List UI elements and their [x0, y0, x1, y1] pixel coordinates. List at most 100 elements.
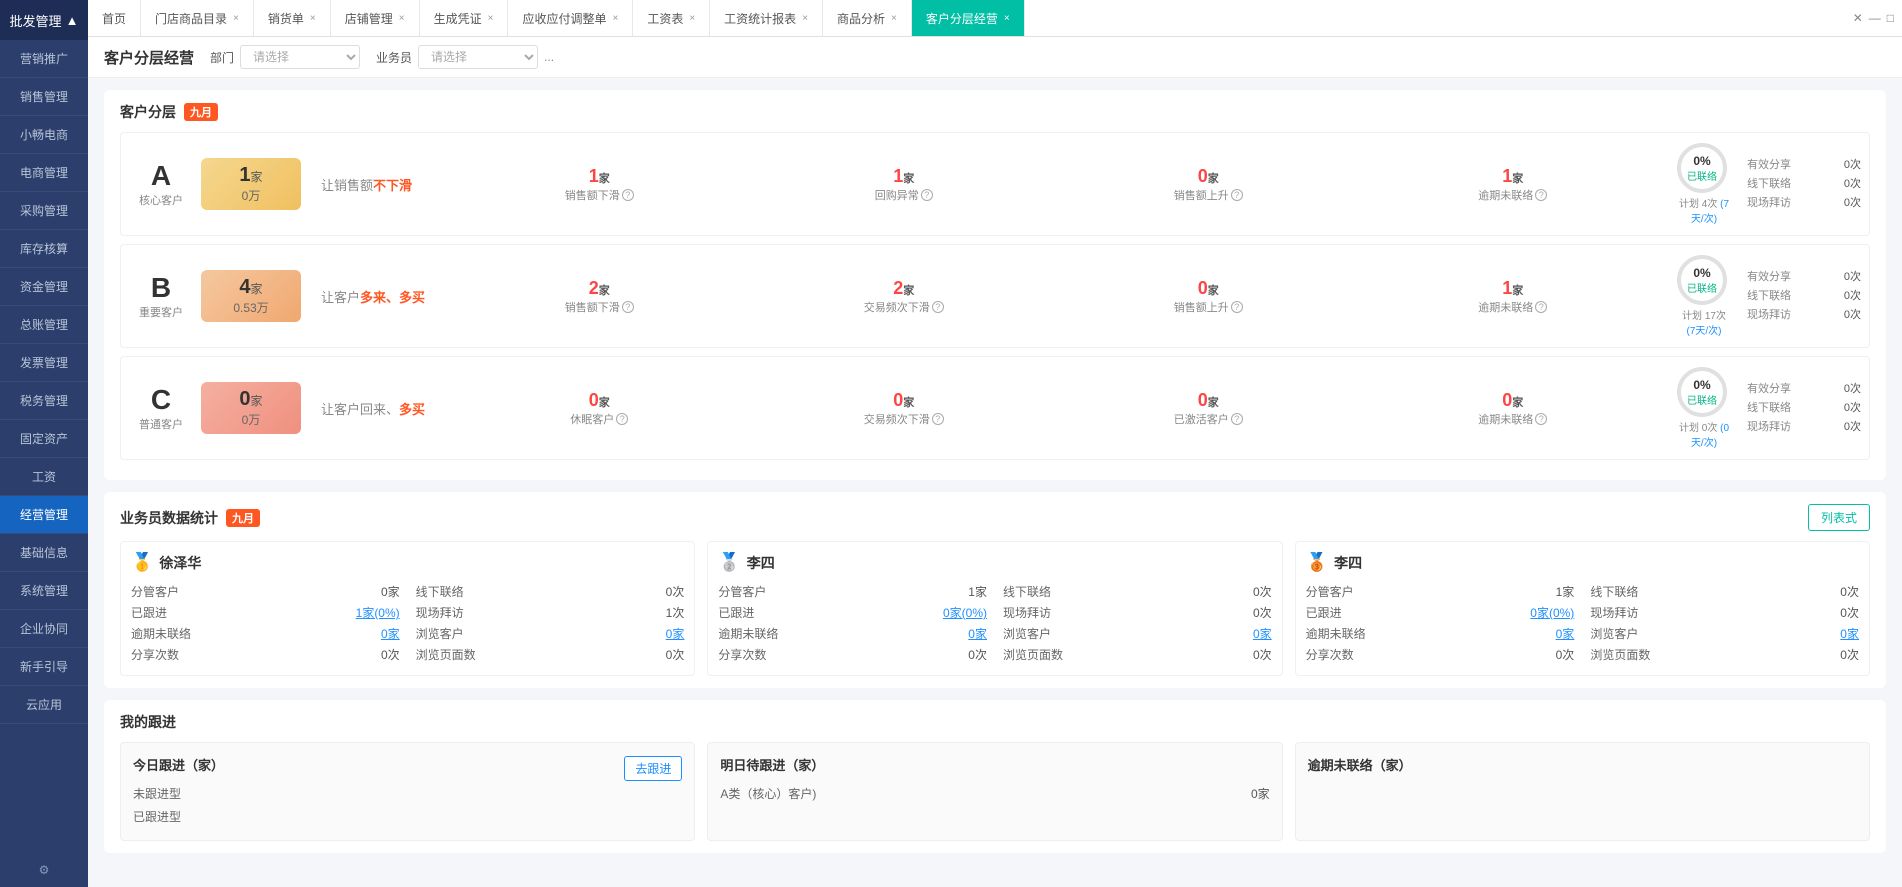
info-icon[interactable]: ?: [921, 189, 933, 201]
dept-select[interactable]: 请选择: [240, 45, 360, 69]
tab-销货单[interactable]: 销货单×: [254, 0, 331, 36]
sidebar-item-云应用[interactable]: 云应用: [0, 686, 88, 724]
settings-button[interactable]: ⚙: [0, 853, 88, 887]
tier-right-stats: 有效分享0次线下联络0次现场拜访0次: [1739, 380, 1869, 437]
staff-stat-value: 0次: [1253, 583, 1272, 600]
list-view-button[interactable]: 列表式: [1808, 504, 1870, 531]
staff-stat-row: 分管客户0家: [131, 581, 400, 602]
tab-门店商品目录[interactable]: 门店商品目录×: [141, 0, 254, 36]
staff-stat-label: 已跟进: [131, 604, 167, 621]
sidebar-item-基础信息[interactable]: 基础信息: [0, 534, 88, 572]
right-stat-value: 0次: [1844, 268, 1861, 284]
tab-close-icon[interactable]: ×: [488, 13, 494, 24]
sidebar-item-电商管理[interactable]: 电商管理: [0, 154, 88, 192]
sidebar-item-营销推广[interactable]: 营销推广: [0, 40, 88, 78]
sidebar-item-销售管理[interactable]: 销售管理: [0, 78, 88, 116]
tier-count-box[interactable]: 0家0万: [201, 382, 301, 434]
info-icon[interactable]: ?: [1535, 301, 1547, 313]
tab-close-icon[interactable]: ×: [399, 13, 405, 24]
sidebar-item-系统管理[interactable]: 系统管理: [0, 572, 88, 610]
staff-stat-value[interactable]: 0家: [968, 625, 987, 642]
info-icon[interactable]: ?: [1231, 301, 1243, 313]
tab-close-icon[interactable]: ×: [310, 13, 316, 24]
tab-工资统计报表[interactable]: 工资统计报表×: [710, 0, 823, 36]
sidebar-item-税务管理[interactable]: 税务管理: [0, 382, 88, 420]
tab-首页[interactable]: 首页: [88, 0, 141, 36]
minimize-icon[interactable]: —: [1869, 11, 1881, 25]
staff-stat-value[interactable]: 1家(0%): [356, 604, 400, 621]
tab-close-icon[interactable]: ×: [891, 13, 897, 24]
staff-stat-row: 现场拜访1次: [416, 602, 685, 623]
staff-stat-value[interactable]: 0家: [1253, 625, 1272, 642]
close-all-icon[interactable]: ✕: [1853, 11, 1863, 25]
sidebar-top-button[interactable]: 批发管理 ▲: [0, 0, 88, 40]
info-icon[interactable]: ?: [932, 301, 944, 313]
tier-name: 核心客户: [133, 192, 189, 208]
staff-stat-value[interactable]: 0家: [1840, 625, 1859, 642]
tier-count-box[interactable]: 1家0万: [201, 158, 301, 210]
tab-close-icon[interactable]: ×: [1004, 13, 1010, 24]
medal-icon: 🥇: [131, 552, 153, 573]
tab-close-icon[interactable]: ×: [802, 13, 808, 24]
circle-plan: 计划 4次 (7天/次): [1677, 195, 1731, 225]
sidebar-item-新手引导[interactable]: 新手引导: [0, 648, 88, 686]
staff-stat-row: 已跟进0家(0%): [718, 602, 987, 623]
staff-stat-value: 0次: [1840, 646, 1859, 663]
staff-stat-row: 现场拜访0次: [1590, 602, 1859, 623]
staff-stat-row: 线下联络0次: [416, 581, 685, 602]
staff-stat-value: 1家: [1556, 583, 1575, 600]
staff-stat-value[interactable]: 0家: [1556, 625, 1575, 642]
stat-label: 销售额上升 ?: [1064, 299, 1353, 315]
sidebar-item-发票管理[interactable]: 发票管理: [0, 344, 88, 382]
tab-商品分析[interactable]: 商品分析×: [823, 0, 912, 36]
follow-action-button[interactable]: 去跟进: [624, 756, 682, 781]
info-icon[interactable]: ?: [932, 413, 944, 425]
content-area: 客户分层 九月 A核心客户1家0万让销售额不下滑1家销售额下滑 ?1家回购异常 …: [88, 78, 1902, 887]
info-icon[interactable]: ?: [616, 413, 628, 425]
staff-stat-value[interactable]: 0家: [666, 625, 685, 642]
tab-close-icon[interactable]: ×: [689, 13, 695, 24]
sidebar-item-资金管理[interactable]: 资金管理: [0, 268, 88, 306]
sidebar-item-企业协同[interactable]: 企业协同: [0, 610, 88, 648]
tab-生成凭证[interactable]: 生成凭证×: [420, 0, 509, 36]
tab-店铺管理[interactable]: 店铺管理 ×: [331, 0, 420, 36]
tab-客户分层经营[interactable]: 客户分层经营×: [912, 0, 1025, 36]
staff-stat-label: 线下联络: [1590, 583, 1638, 600]
tier-letter: A: [133, 160, 189, 192]
right-stat-label: 有效分享: [1747, 268, 1791, 284]
restore-icon[interactable]: □: [1887, 11, 1894, 25]
circle-bg: 0% 已联络: [1677, 367, 1727, 417]
tab-工资表[interactable]: 工资表×: [633, 0, 710, 36]
sidebar-top-label: 批发管理: [10, 11, 62, 30]
tab-close-icon[interactable]: ×: [233, 13, 239, 24]
sidebar-item-经营管理[interactable]: 经营管理: [0, 496, 88, 534]
sidebar-item-库存核算[interactable]: 库存核算: [0, 230, 88, 268]
staff-stat-row: 浏览客户0家: [1590, 623, 1859, 644]
stat-label: 逾期未联络 ?: [1369, 411, 1658, 427]
sidebar-item-工资[interactable]: 工资: [0, 458, 88, 496]
tier-count-box[interactable]: 4家0.53万: [201, 270, 301, 322]
tab-close-icon[interactable]: ×: [612, 13, 618, 24]
sidebar-item-小畅电商[interactable]: 小畅电商: [0, 116, 88, 154]
info-icon[interactable]: ?: [622, 301, 634, 313]
follow-row-label: 已跟进型: [133, 808, 181, 825]
staff-stat-value[interactable]: 0家(0%): [943, 604, 987, 621]
more-options[interactable]: ...: [544, 50, 554, 64]
info-icon[interactable]: ?: [1535, 189, 1547, 201]
sidebar-item-固定资产[interactable]: 固定资产: [0, 420, 88, 458]
info-icon[interactable]: ?: [1231, 189, 1243, 201]
staff-select[interactable]: 请选择: [418, 45, 538, 69]
staff-stat-label: 线下联络: [1003, 583, 1051, 600]
info-icon[interactable]: ?: [1535, 413, 1547, 425]
tab-label: 店铺管理: [345, 10, 393, 27]
info-icon[interactable]: ?: [1231, 413, 1243, 425]
tab-应收应付调整单[interactable]: 应收应付调整单×: [508, 0, 633, 36]
sidebar-item-总账管理[interactable]: 总账管理: [0, 306, 88, 344]
staff-stat-value[interactable]: 0家(0%): [1530, 604, 1574, 621]
sidebar-item-采购管理[interactable]: 采购管理: [0, 192, 88, 230]
info-icon[interactable]: ?: [622, 189, 634, 201]
customer-title-text: 客户分层: [120, 102, 176, 122]
staff-stat-label: 浏览页面数: [416, 646, 476, 663]
staff-stat-value[interactable]: 0家: [381, 625, 400, 642]
stat-card-逾期未联络: 1家逾期未联络 ?: [1365, 160, 1662, 209]
